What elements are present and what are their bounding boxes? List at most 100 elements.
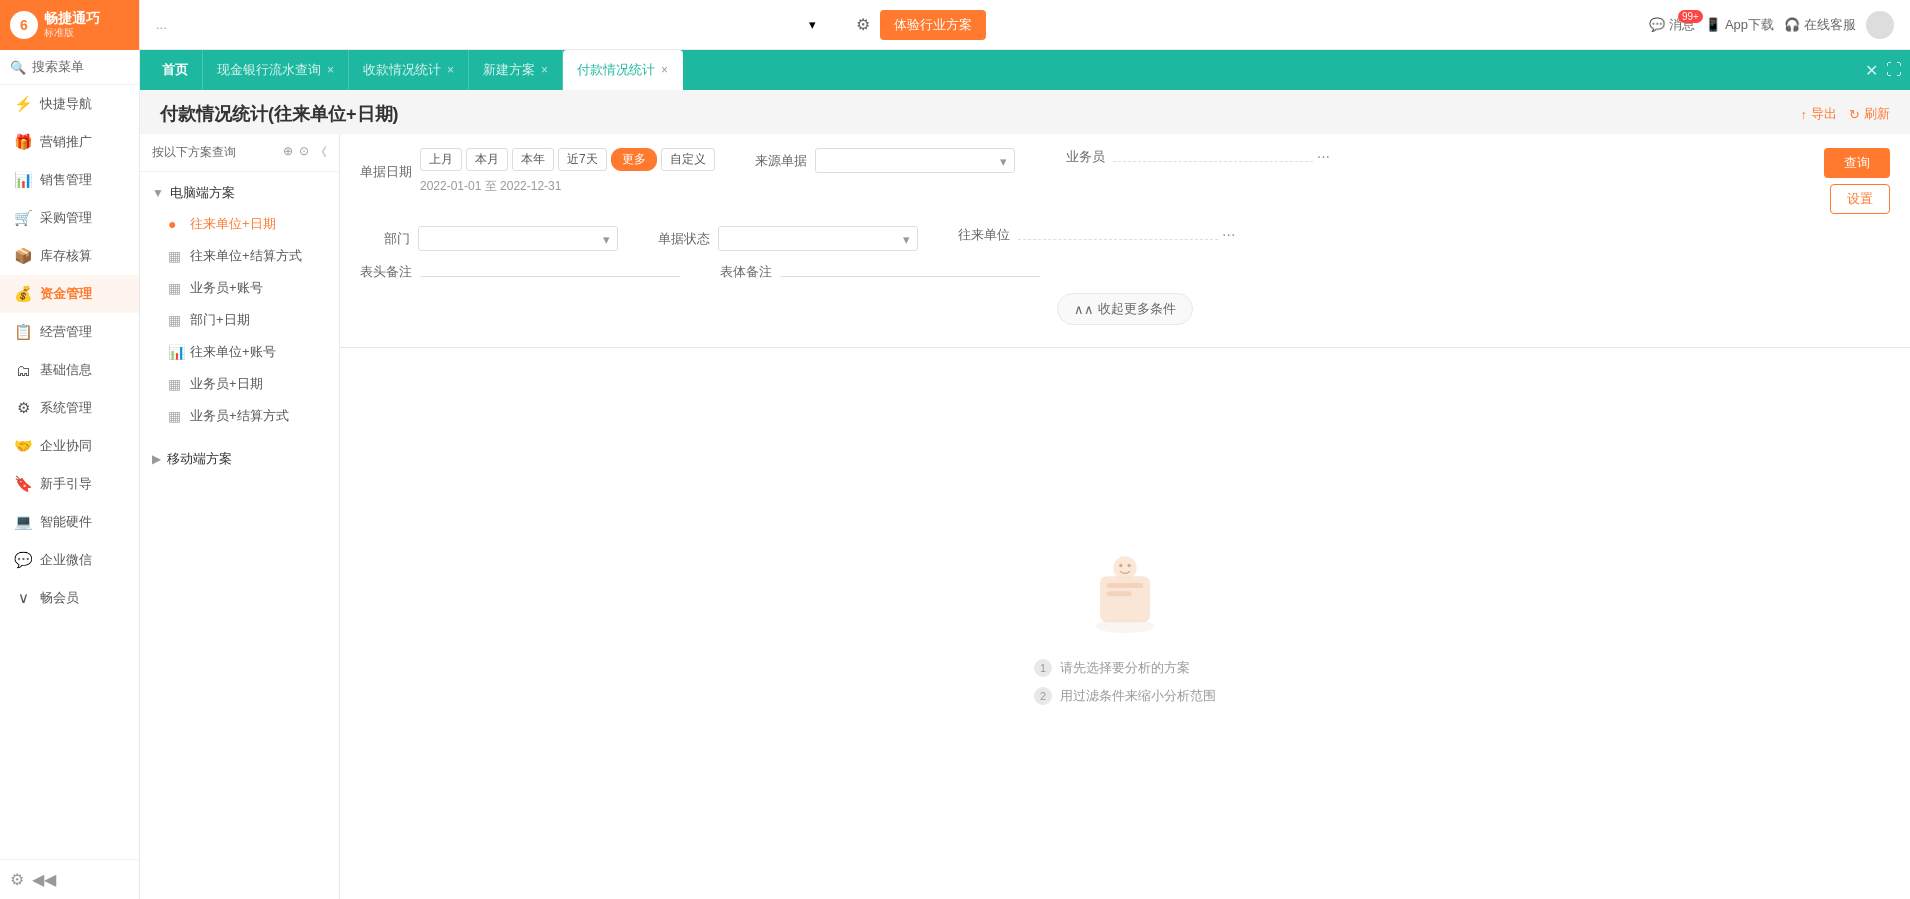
scheme-item-label: 业务员+结算方式 — [190, 407, 289, 425]
sidebar-item-member[interactable]: ∨ 畅会员 — [0, 579, 139, 617]
unit-ellipsis-btn[interactable]: ··· — [1222, 226, 1235, 244]
tip-text-2: 用过滤条件来缩小分析范围 — [1060, 687, 1216, 705]
export-btn[interactable]: ↑ 导出 — [1801, 105, 1838, 123]
date-btn-last-month[interactable]: 上月 — [420, 148, 462, 171]
dept-select[interactable] — [418, 226, 618, 251]
filter-row-3: 表头备注 表体备注 — [360, 263, 1890, 281]
date-btn-more[interactable]: 更多 — [611, 148, 657, 171]
staff-settle-icon: ▦ — [168, 408, 184, 424]
scheme-group-mobile-title[interactable]: ▶ 移动端方案 — [140, 444, 339, 474]
online-service-label: 在线客服 — [1804, 16, 1856, 34]
setting-btn[interactable]: 设置 — [1830, 184, 1890, 214]
search-menu[interactable]: 🔍 搜索菜单 — [0, 50, 139, 85]
sidebar-item-label: 营销推广 — [40, 133, 92, 151]
sidebar-item-label: 资金管理 — [40, 285, 92, 303]
sidebar-item-finance[interactable]: 💰 资金管理 — [0, 275, 139, 313]
collapse-panel-icon[interactable]: 《 — [315, 144, 327, 161]
scheme-item-label: 往来单位+日期 — [190, 215, 276, 233]
scheme-item-label: 往来单位+账号 — [190, 343, 276, 361]
sidebar-item-label: 经营管理 — [40, 323, 92, 341]
filter-row-2: 部门 单据状态 — [360, 226, 1890, 251]
tabbar-expand-icon[interactable]: ⛶ — [1886, 61, 1902, 80]
online-service-btn[interactable]: 🎧 在线客服 — [1784, 16, 1856, 34]
wechat-icon: 💬 — [14, 551, 32, 569]
tab-bank-flow-close[interactable]: × — [327, 63, 334, 77]
sidebar-item-operation[interactable]: 📋 经营管理 — [0, 313, 139, 351]
scheme-group-desktop-title[interactable]: ▼ 电脑端方案 — [140, 178, 339, 208]
scheme-item-label: 业务员+账号 — [190, 279, 263, 297]
date-btn-this-year[interactable]: 本年 — [512, 148, 554, 171]
right-panel: 单据日期 上月 本月 本年 近7天 更多 自定义 20 — [340, 134, 1910, 899]
sidebar-item-sales[interactable]: 📊 销售管理 — [0, 161, 139, 199]
sidebar-item-inventory[interactable]: 📦 库存核算 — [0, 237, 139, 275]
sidebar-item-wechat[interactable]: 💬 企业微信 — [0, 541, 139, 579]
scheme-item-unit-settle[interactable]: ▦ 往来单位+结算方式 — [140, 240, 339, 272]
sidebar-item-purchase[interactable]: 🛒 采购管理 — [0, 199, 139, 237]
sidebar-item-basic[interactable]: 🗂 基础信息 — [0, 351, 139, 389]
user-avatar[interactable] — [1866, 11, 1894, 39]
tab-new-scheme-close[interactable]: × — [541, 63, 548, 77]
sidebar-item-system[interactable]: ⚙ 系统管理 — [0, 389, 139, 427]
breadcrumb-chevron[interactable]: ▾ — [809, 17, 816, 32]
tabbar-close-icon[interactable]: ✕ — [1865, 61, 1878, 80]
left-panel: 按以下方案查询 ⊕ ⊙ 《 ▼ 电脑端方案 ● 往来单位+日期 — [140, 134, 340, 899]
tab-bank-flow[interactable]: 现金银行流水查询 × — [203, 50, 349, 90]
content-area: 付款情况统计(往来单位+日期) ↑ 导出 ↻ 刷新 按以下方案查询 ⊕ — [140, 90, 1910, 899]
footer-collapse-icon[interactable]: ◀◀ — [32, 870, 56, 889]
collapse-more-icon: ∧∧ — [1074, 302, 1094, 317]
sidebar-item-enterprise[interactable]: 🤝 企业协同 — [0, 427, 139, 465]
footer-settings-icon[interactable]: ⚙ — [10, 870, 24, 889]
staff-account-icon: ▦ — [168, 280, 184, 296]
tab-home[interactable]: 首页 — [148, 50, 203, 90]
messages-btn[interactable]: 💬 消息 99+ — [1649, 16, 1695, 34]
scheme-item-staff-account[interactable]: ▦ 业务员+账号 — [140, 272, 339, 304]
scheme-item-unit-account[interactable]: 📊 往来单位+账号 — [140, 336, 339, 368]
tip-num-1: 1 — [1034, 659, 1052, 677]
tab-new-scheme[interactable]: 新建方案 × — [469, 50, 563, 90]
tabbar-right-actions: ✕ ⛶ — [1865, 61, 1902, 80]
sidebar-item-guide[interactable]: 🔖 新手引导 — [0, 465, 139, 503]
scheme-settings-icon[interactable]: ⊙ — [299, 144, 309, 161]
refresh-btn[interactable]: ↻ 刷新 — [1849, 105, 1890, 123]
staff-ellipsis-btn[interactable]: ··· — [1317, 148, 1330, 166]
add-scheme-icon[interactable]: ⊕ — [283, 144, 293, 161]
scheme-item-staff-date[interactable]: ▦ 业务员+日期 — [140, 368, 339, 400]
topbar-settings-icon[interactable]: ⚙ — [856, 15, 870, 34]
mobile-group-label: 移动端方案 — [167, 450, 232, 468]
filter-date-item: 单据日期 上月 本月 本年 近7天 更多 自定义 20 — [360, 148, 715, 195]
page-header-actions: ↑ 导出 ↻ 刷新 — [1801, 105, 1891, 123]
sidebar-item-quick-nav[interactable]: ⚡ 快捷导航 — [0, 85, 139, 123]
sidebar-item-marketing[interactable]: 🎁 营销推广 — [0, 123, 139, 161]
desktop-collapse-arrow: ▼ — [152, 186, 164, 200]
filter-staff-item: 业务员 ··· — [1055, 148, 1330, 166]
tab-payment-stat[interactable]: 付款情况统计 × — [563, 50, 683, 90]
source-select[interactable] — [815, 148, 1015, 173]
sidebar-item-label: 畅会员 — [40, 589, 79, 607]
sidebar-item-label: 智能硬件 — [40, 513, 92, 531]
date-range-text: 2022-01-01 至 2022-12-31 — [420, 178, 715, 195]
scheme-item-dept-date[interactable]: ▦ 部门+日期 — [140, 304, 339, 336]
trial-btn[interactable]: 体验行业方案 — [880, 10, 986, 40]
scheme-item-staff-settle[interactable]: ▦ 业务员+结算方式 — [140, 400, 339, 432]
date-btn-last-7days[interactable]: 近7天 — [558, 148, 607, 171]
finance-icon: 💰 — [14, 285, 32, 303]
empty-tips: 1 请先选择要分析的方案 2 用过滤条件来缩小分析范围 — [1034, 659, 1216, 705]
voucher-status-select[interactable] — [718, 226, 918, 251]
date-btn-custom[interactable]: 自定义 — [661, 148, 715, 171]
unit-date-icon: ● — [168, 216, 184, 232]
app-download-btn[interactable]: 📱 App下载 — [1705, 16, 1774, 34]
query-btn[interactable]: 查询 — [1824, 148, 1890, 178]
empty-tip-1: 1 请先选择要分析的方案 — [1034, 659, 1216, 677]
page-header: 付款情况统计(往来单位+日期) ↑ 导出 ↻ 刷新 — [140, 90, 1910, 134]
scheme-item-unit-date[interactable]: ● 往来单位+日期 — [140, 208, 339, 240]
tab-new-scheme-label: 新建方案 — [483, 61, 535, 79]
tip-text-1: 请先选择要分析的方案 — [1060, 659, 1190, 677]
sidebar-item-hardware[interactable]: 💻 智能硬件 — [0, 503, 139, 541]
tab-receipts-stat[interactable]: 收款情况统计 × — [349, 50, 469, 90]
date-btn-this-month[interactable]: 本月 — [466, 148, 508, 171]
scheme-item-label: 业务员+日期 — [190, 375, 263, 393]
collapse-more-btn[interactable]: ∧∧ 收起更多条件 — [1057, 293, 1193, 325]
breadcrumb: ... — [156, 17, 799, 32]
tab-payment-stat-close[interactable]: × — [661, 63, 668, 77]
tab-receipts-stat-close[interactable]: × — [447, 63, 454, 77]
